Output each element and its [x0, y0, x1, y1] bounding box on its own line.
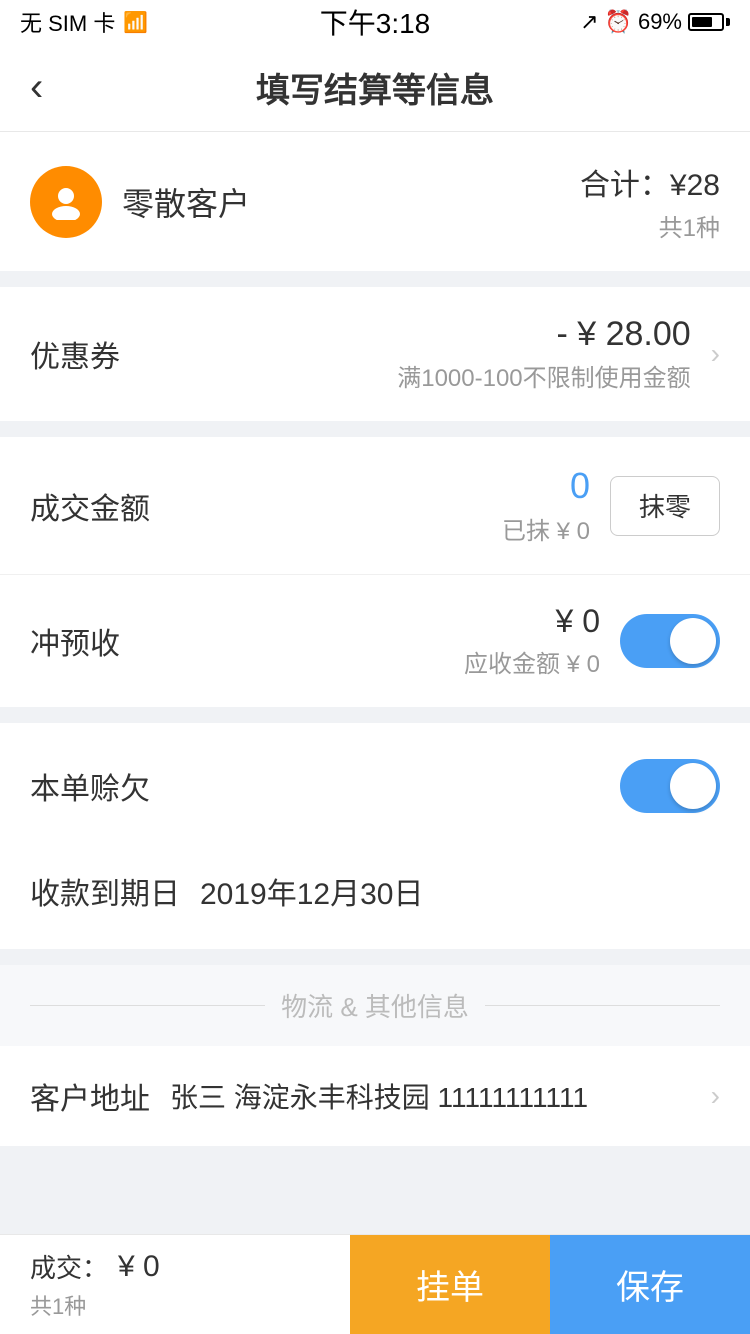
carrier-text: 无 SIM 卡: [20, 6, 115, 38]
alarm-icon: ⏰: [605, 9, 632, 35]
status-time: 下午3:18: [320, 2, 431, 42]
customer-right: 合计：¥28 共1种: [580, 160, 720, 243]
coupon-arrow-icon: ›: [711, 338, 720, 370]
back-button[interactable]: ‹: [30, 65, 43, 110]
address-value: 张三 海淀永丰科技园 11111111111: [170, 1076, 701, 1116]
customer-name: 零散客户: [122, 179, 250, 225]
customer-section: 零散客户 合计：¥28 共1种: [0, 132, 750, 271]
coupon-values: - ¥ 28.00 满1000-100不限制使用金额: [397, 315, 690, 393]
coupon-row[interactable]: 优惠券 - ¥ 28.00 满1000-100不限制使用金额 ›: [0, 287, 750, 421]
customer-total: 合计：¥28: [580, 160, 720, 204]
due-date-label: 收款到期日: [30, 869, 180, 913]
due-date-row: 收款到期日 2019年12月30日: [0, 849, 750, 949]
page-title: 填写结算等信息: [256, 63, 494, 112]
pre-receive-toggle[interactable]: [620, 614, 720, 668]
customer-avatar: [30, 166, 102, 238]
logistics-header: 物流 & 其他信息: [0, 965, 750, 1046]
bottom-summary: 成交： ¥ 0 共1种: [0, 1248, 350, 1321]
divider-right: [485, 1005, 720, 1006]
bottom-summary-label: 成交：: [30, 1248, 108, 1285]
debt-row: 本单赊欠: [0, 723, 750, 849]
nav-bar: ‹ 填写结算等信息: [0, 44, 750, 132]
transaction-amount-value: 0: [502, 465, 590, 507]
amount-section: 成交金额 0 已抹 ¥ 0 抹零 冲预收 ¥ 0 应收金额 ¥ 0: [0, 437, 750, 707]
pending-button[interactable]: 挂单: [350, 1235, 550, 1334]
pre-receive-label: 冲预收: [30, 619, 120, 663]
coupon-right: - ¥ 28.00 满1000-100不限制使用金额 ›: [397, 315, 720, 393]
coupon-amount: - ¥ 28.00: [397, 315, 690, 354]
toggle-circle: [670, 618, 716, 664]
round-button[interactable]: 抹零: [610, 476, 720, 536]
bottom-summary-value: ¥ 0: [118, 1250, 160, 1284]
status-left: 无 SIM 卡 📶: [20, 6, 148, 38]
address-row[interactable]: 客户地址 张三 海淀永丰科技园 11111111111 ›: [0, 1046, 750, 1146]
pre-receive-row: 冲预收 ¥ 0 应收金额 ¥ 0: [0, 575, 750, 707]
save-button[interactable]: 保存: [550, 1235, 750, 1334]
battery-text: 69%: [638, 9, 682, 35]
content: 零散客户 合计：¥28 共1种 优惠券 - ¥ 28.00 满1000-100不…: [0, 132, 750, 1282]
address-label: 客户地址: [30, 1074, 150, 1118]
customer-count: 共1种: [580, 208, 720, 243]
bottom-summary-count: 共1种: [30, 1289, 320, 1321]
transaction-amount-values: 0 已抹 ¥ 0: [502, 465, 590, 546]
transaction-amount-label: 成交金额: [30, 484, 150, 528]
battery-indicator: [688, 13, 730, 31]
address-arrow-icon: ›: [711, 1080, 720, 1112]
transaction-amount-right: 0 已抹 ¥ 0 抹零: [502, 465, 720, 546]
location-icon: ↗: [580, 9, 598, 35]
customer-info: 零散客户: [30, 166, 250, 238]
pre-receive-sub: 应收金额 ¥ 0: [464, 644, 600, 679]
bottom-bar: 成交： ¥ 0 共1种 挂单 保存: [0, 1234, 750, 1334]
coupon-label: 优惠券: [30, 332, 120, 376]
transaction-amount-sub: 已抹 ¥ 0: [502, 511, 590, 546]
debt-label: 本单赊欠: [30, 764, 150, 808]
transaction-amount-row: 成交金额 0 已抹 ¥ 0 抹零: [0, 437, 750, 575]
wifi-icon: 📶: [123, 10, 148, 35]
pre-receive-right: ¥ 0 应收金额 ¥ 0: [464, 603, 720, 679]
bottom-summary-top: 成交： ¥ 0: [30, 1248, 320, 1285]
pre-receive-main: ¥ 0: [464, 603, 600, 640]
pre-receive-values: ¥ 0 应收金额 ¥ 0: [464, 603, 600, 679]
debt-toggle-circle: [670, 763, 716, 809]
status-bar: 无 SIM 卡 📶 下午3:18 ↗ ⏰ 69%: [0, 0, 750, 44]
due-date-value: 2019年12月30日: [200, 869, 423, 913]
debt-toggle[interactable]: [620, 759, 720, 813]
debt-section: 本单赊欠 收款到期日 2019年12月30日: [0, 723, 750, 949]
logistics-label: 物流 & 其他信息: [281, 987, 469, 1024]
status-right: ↗ ⏰ 69%: [580, 9, 730, 35]
divider-left: [30, 1005, 265, 1006]
coupon-desc: 满1000-100不限制使用金额: [397, 358, 690, 393]
